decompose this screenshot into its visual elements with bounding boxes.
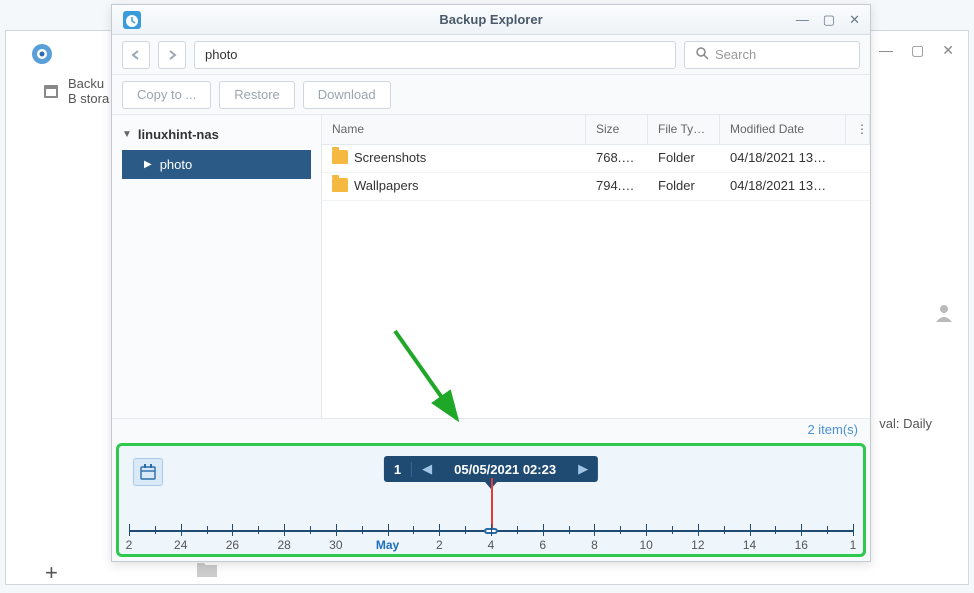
copy-to-button[interactable]: Copy to ... (122, 81, 211, 109)
content-pane: ▼ linuxhint-nas ▶ photo Name Size File T… (112, 115, 870, 418)
row-date: 04/18/2021 13… (720, 173, 870, 200)
nav-forward-button[interactable] (158, 41, 186, 69)
bg-minimize-icon[interactable]: — (879, 42, 893, 59)
folder-icon (332, 178, 348, 192)
calendar-button[interactable] (133, 458, 163, 486)
nav-back-button[interactable] (122, 41, 150, 69)
bg-task-calendar-icon (42, 82, 60, 100)
timeline-tick-label: 24 (174, 538, 187, 552)
backup-explorer-window: Backup Explorer — ▢ ✕ Search Copy to ...… (111, 4, 871, 562)
titlebar[interactable]: Backup Explorer — ▢ ✕ (112, 5, 870, 35)
tree-item-label: photo (160, 157, 193, 172)
path-input[interactable] (194, 41, 676, 69)
header-modified[interactable]: Modified Date (720, 115, 846, 144)
row-type: Folder (648, 145, 720, 172)
search-input[interactable]: Search (684, 41, 860, 69)
timeline-tick-label: 2 (126, 538, 133, 552)
chevron-right-icon: ▶ (144, 159, 152, 170)
timeline-tick-label: 28 (277, 538, 290, 552)
bg-close-icon[interactable]: ✕ (942, 42, 954, 59)
timeline-prev-button[interactable]: ◀ (412, 461, 442, 477)
timeline-tick-label: 6 (539, 538, 546, 552)
timeline-tick-label: 2 (436, 538, 443, 552)
header-menu-icon[interactable]: ⋮ (846, 115, 870, 144)
header-type[interactable]: File Ty… (648, 115, 720, 144)
tree-root-label: linuxhint-nas (138, 127, 219, 142)
row-name: Screenshots (354, 150, 426, 165)
file-list-header: Name Size File Ty… Modified Date ⋮ (322, 115, 870, 145)
timeline-tick-label: 8 (591, 538, 598, 552)
folder-icon (332, 150, 348, 164)
caret-down-icon: ▼ (122, 129, 132, 140)
bg-task-row[interactable]: Backu B stora (42, 76, 109, 106)
bg-folder-icon[interactable] (196, 560, 218, 583)
timeline-tick-label: May (376, 538, 399, 552)
item-count-status: 2 item(s) (112, 418, 870, 442)
bg-window-controls: — ▢ ✕ (879, 42, 954, 59)
minimize-icon[interactable]: — (796, 12, 809, 28)
bg-interval-text: val: Daily (879, 416, 932, 431)
row-size: 768.0… (586, 145, 648, 172)
timeline-tick-label: 14 (743, 538, 756, 552)
search-icon (695, 46, 709, 63)
timeline-ruler[interactable] (129, 516, 853, 540)
bg-task-text: Backu B stora (68, 76, 109, 106)
row-name: Wallpapers (354, 178, 419, 193)
timeline-tick-label: 16 (795, 538, 808, 552)
action-toolbar: Copy to ... Restore Download (112, 75, 870, 115)
row-type: Folder (648, 173, 720, 200)
table-row[interactable]: Screenshots 768.0… Folder 04/18/2021 13… (322, 145, 870, 173)
window-title: Backup Explorer (439, 12, 542, 27)
search-placeholder: Search (715, 47, 756, 62)
header-size[interactable]: Size (586, 115, 648, 144)
timeline-panel: 1 ◀ 05/05/2021 02:23 ▶ 224262830May24681… (116, 443, 866, 557)
bg-app-icon (30, 42, 54, 66)
download-button[interactable]: Download (303, 81, 391, 109)
timeline-tick-label: 4 (488, 538, 495, 552)
timeline-tick-label: 12 (691, 538, 704, 552)
bg-person-icon[interactable] (934, 302, 954, 327)
app-clock-icon (122, 10, 142, 30)
file-list: Name Size File Ty… Modified Date ⋮ Scree… (322, 115, 870, 418)
timeline-tick-label: 26 (226, 538, 239, 552)
timeline-tick-label: 1 (850, 538, 857, 552)
restore-button[interactable]: Restore (219, 81, 295, 109)
backup-count-badge: 1 (384, 462, 412, 477)
timeline-next-button[interactable]: ▶ (568, 461, 598, 477)
bg-add-button[interactable]: + (45, 560, 58, 586)
tree-root-node[interactable]: ▼ linuxhint-nas (112, 121, 321, 148)
folder-tree: ▼ linuxhint-nas ▶ photo (112, 115, 322, 418)
header-name[interactable]: Name (322, 115, 586, 144)
bg-maximize-icon[interactable]: ▢ (911, 42, 924, 59)
close-icon[interactable]: ✕ (849, 12, 860, 28)
timeline-date-label: 05/05/2021 02:23 (442, 462, 568, 477)
table-row[interactable]: Wallpapers 794.0… Folder 04/18/2021 13… (322, 173, 870, 201)
tree-item-photo[interactable]: ▶ photo (122, 150, 311, 179)
maximize-icon[interactable]: ▢ (823, 12, 835, 28)
nav-toolbar: Search (112, 35, 870, 75)
row-date: 04/18/2021 13… (720, 145, 870, 172)
timeline-tick-label: 10 (639, 538, 652, 552)
timeline-tick-label: 30 (329, 538, 342, 552)
row-size: 794.0… (586, 173, 648, 200)
